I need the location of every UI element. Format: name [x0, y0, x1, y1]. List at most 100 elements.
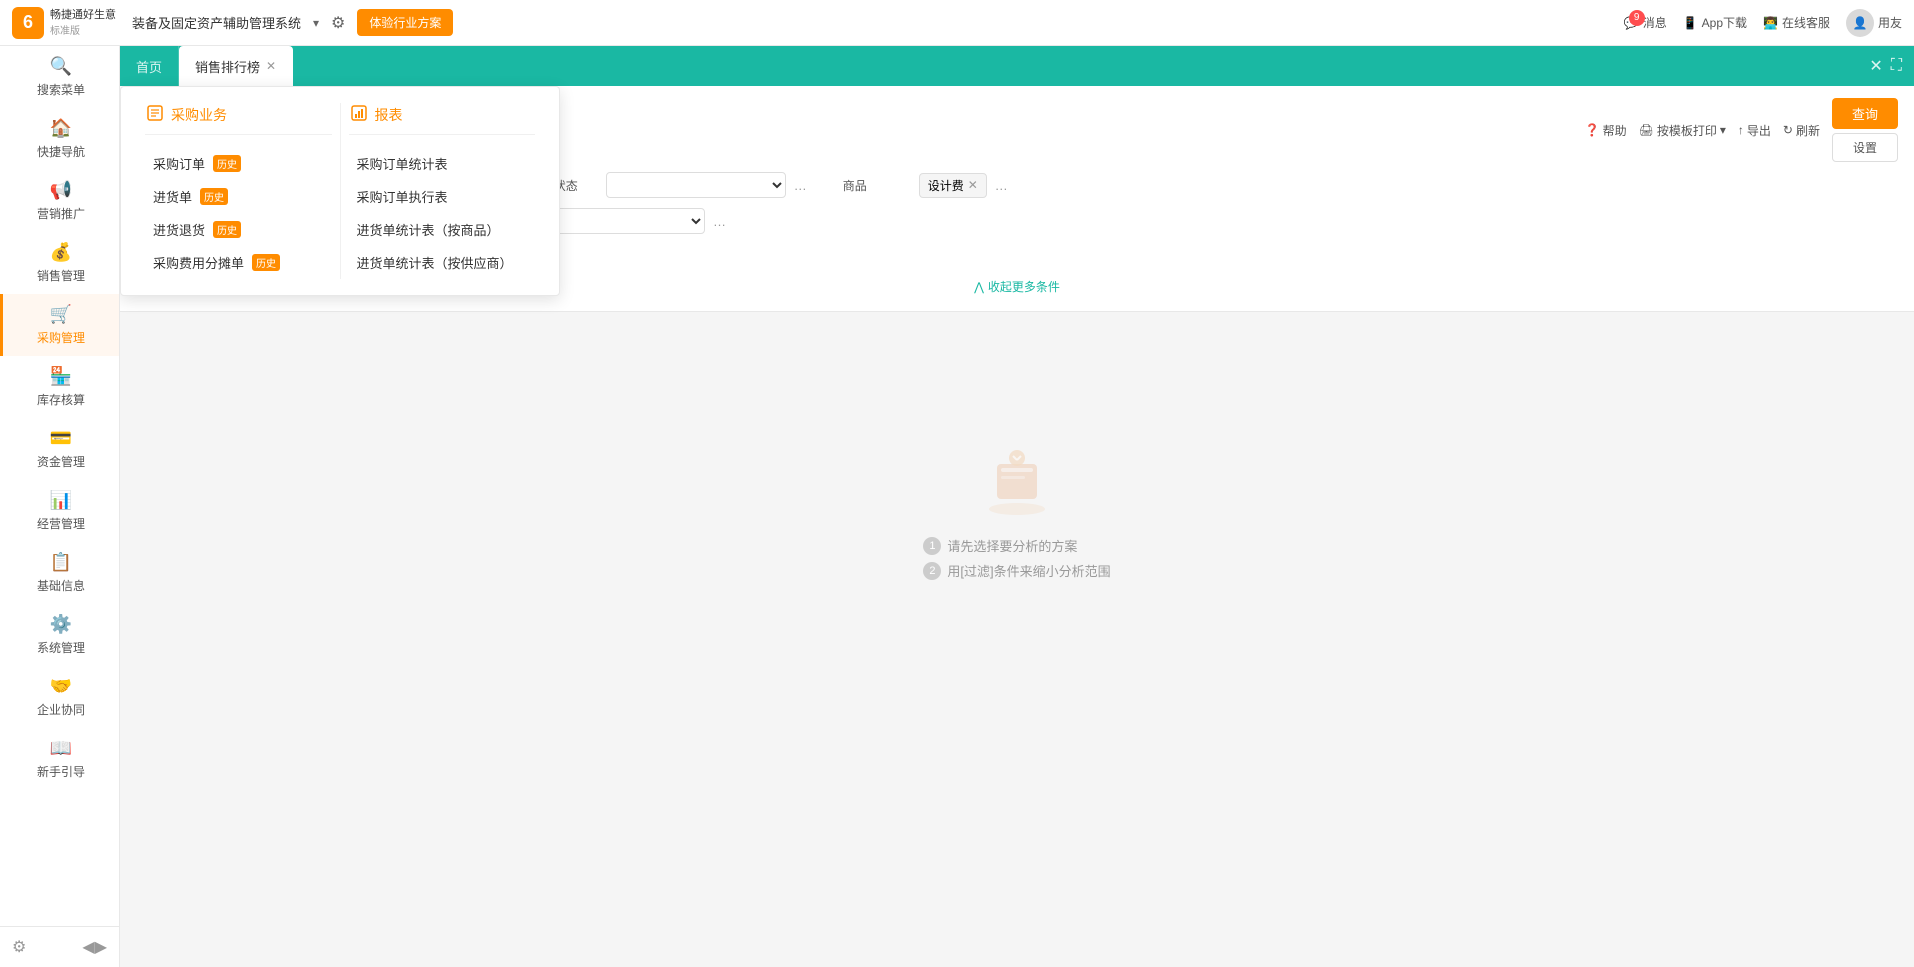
- dropdown-item-purchase-order[interactable]: 采购订单 历史: [145, 147, 332, 180]
- dropdown-item-incoming[interactable]: 进货单 历史: [145, 180, 332, 213]
- notifications-item[interactable]: 💬 9 消息: [1624, 14, 1667, 31]
- collapse-sidebar-btn[interactable]: ◀▶: [82, 937, 107, 957]
- app-download-item[interactable]: 📱 App下载: [1683, 14, 1747, 31]
- sidebar-item-search[interactable]: 🔍 搜索菜单: [0, 46, 119, 108]
- sidebar-item-sales[interactable]: 💰 销售管理: [0, 232, 119, 294]
- dropdown-item-report-4[interactable]: 进货单统计表（按供应商）: [349, 246, 536, 279]
- dropdown-item-report-1[interactable]: 采购订单统计表: [349, 147, 536, 180]
- tab-close-window-btn[interactable]: ✕: [1869, 56, 1882, 76]
- incoming-label: 进货单: [153, 187, 192, 206]
- bill-status-select[interactable]: [606, 172, 786, 198]
- sidebar-label-finance: 资金管理: [37, 453, 85, 470]
- sidebar-label-sales: 销售管理: [37, 267, 85, 284]
- dropdown-col-purchase-header: 采购业务: [145, 103, 332, 135]
- refresh-label: 刷新: [1796, 122, 1820, 139]
- sidebar-label-guide: 新手引导: [37, 763, 85, 780]
- sidebar-label-cooperation: 企业协同: [37, 701, 85, 718]
- management-icon: 📊: [50, 490, 72, 511]
- sidebar-label-search: 搜索菜单: [37, 81, 85, 98]
- refresh-btn[interactable]: ↻ 刷新: [1783, 122, 1820, 139]
- dropdown-col-reports-title: 报表: [375, 105, 403, 125]
- dropdown-item-cost[interactable]: 采购费用分摊单 历史: [145, 246, 332, 279]
- tab-close-icon[interactable]: ✕: [266, 59, 276, 73]
- sidebar-label-system: 系统管理: [37, 639, 85, 656]
- header-nav: 装备及固定资产辅助管理系统 ▾ ⚙ 体验行业方案: [132, 9, 1624, 37]
- cost-label: 采购费用分摊单: [153, 253, 244, 272]
- settings-button[interactable]: 设置: [1832, 133, 1898, 162]
- app-download-label: App下载: [1702, 14, 1747, 31]
- logo-badge: 标准版: [50, 22, 116, 37]
- goods-tag-close[interactable]: ✕: [968, 178, 978, 192]
- history-badge-3: 历史: [252, 254, 280, 271]
- goods-label: 商品: [843, 177, 903, 194]
- tab-home-label: 首页: [136, 57, 162, 76]
- username-label: 用友: [1878, 14, 1902, 31]
- system-dropdown-btn[interactable]: ▾: [313, 16, 319, 30]
- empty-hint-1: 1 请先选择要分析的方案: [923, 536, 1110, 555]
- system-icon: ⚙️: [50, 614, 72, 635]
- sales-icon: 💰: [50, 242, 72, 263]
- dropdown-item-report-2[interactable]: 采购订单执行表: [349, 180, 536, 213]
- notification-badge: 9: [1629, 10, 1645, 26]
- export-btn[interactable]: ↑ 导出: [1738, 122, 1771, 139]
- settings-bottom-btn[interactable]: ⚙: [12, 937, 26, 957]
- search-icon: 🔍: [50, 56, 72, 77]
- header-right: 💬 9 消息 📱 App下载 👨‍💻 在线客服 👤 用友: [1624, 9, 1902, 37]
- home-icon: 🏠: [50, 118, 72, 139]
- dropdown-item-return[interactable]: 进货退货 历史: [145, 213, 332, 246]
- tab-sales-rank[interactable]: 销售排行榜 ✕: [179, 46, 293, 86]
- bill-status-dots[interactable]: …: [794, 178, 807, 193]
- salesperson-dots[interactable]: …: [713, 214, 726, 229]
- user-item[interactable]: 👤 用友: [1846, 9, 1902, 37]
- message-label: 消息: [1643, 14, 1667, 31]
- query-button[interactable]: 查询: [1832, 98, 1898, 129]
- logo-text: 畅捷通好生意: [50, 8, 116, 22]
- help-label: 帮助: [1603, 122, 1627, 139]
- empty-hints: 1 请先选择要分析的方案 2 用[过滤]条件来缩小分析范围: [923, 536, 1110, 580]
- hint-text-1: 请先选择要分析的方案: [947, 536, 1077, 555]
- sidebar-item-basic[interactable]: 📋 基础信息: [0, 542, 119, 604]
- help-icon: ❓: [1585, 123, 1600, 137]
- online-service-label: 在线客服: [1782, 14, 1830, 31]
- dropdown-col-reports: 报表 采购订单统计表 采购订单执行表 进货单统计表（按商品） 进货单统计表（按供…: [340, 103, 544, 279]
- history-badge-1: 历史: [200, 188, 228, 205]
- sidebar-item-guide[interactable]: 📖 新手引导: [0, 728, 119, 790]
- logo-text-area: 畅捷通好生意 标准版: [50, 8, 116, 37]
- dropdown-col-reports-header: 报表: [349, 103, 536, 135]
- export-label: 导出: [1747, 122, 1771, 139]
- hint-num-2: 2: [923, 562, 941, 580]
- tab-maximize-btn[interactable]: ⛶: [1891, 57, 1902, 75]
- dropdown-col-purchase: 采购业务 采购订单 历史 进货单 历史 进货退货 历史: [137, 103, 340, 279]
- online-service-item[interactable]: 👨‍💻 在线客服: [1763, 14, 1830, 31]
- headset-icon: 👨‍💻: [1763, 16, 1778, 30]
- sidebar-item-nav[interactable]: 🏠 快捷导航: [0, 108, 119, 170]
- tab-bar: 首页 销售排行榜 ✕ ✕ ⛶: [120, 46, 1914, 86]
- sidebar-item-inventory[interactable]: 🏪 库存核算: [0, 356, 119, 418]
- sidebar-item-purchase[interactable]: 🛒 采购管理: [0, 294, 119, 356]
- dropdown-item-report-3[interactable]: 进货单统计表（按商品）: [349, 213, 536, 246]
- finance-icon: 💳: [50, 428, 72, 449]
- print-label: 按模板打印: [1657, 122, 1717, 139]
- sidebar-item-cooperation[interactable]: 🤝 企业协同: [0, 666, 119, 728]
- sidebar-item-marketing[interactable]: 📢 营销推广: [0, 170, 119, 232]
- gear-button[interactable]: ⚙: [327, 9, 349, 37]
- industry-btn[interactable]: 体验行业方案: [357, 9, 453, 36]
- print-dropdown-icon: ▾: [1720, 123, 1726, 137]
- help-btn[interactable]: ❓ 帮助: [1585, 122, 1627, 139]
- tab-home[interactable]: 首页: [120, 46, 179, 86]
- sidebar-item-management[interactable]: 📊 经营管理: [0, 480, 119, 542]
- history-badge-2: 历史: [213, 221, 241, 238]
- goods-dots[interactable]: …: [995, 178, 1008, 193]
- report-4-label: 进货单统计表（按供应商）: [357, 253, 513, 272]
- sidebar-item-finance[interactable]: 💳 资金管理: [0, 418, 119, 480]
- sidebar-label-basic: 基础信息: [37, 577, 85, 594]
- avatar: 👤: [1846, 9, 1874, 37]
- tab-bar-right: ✕ ⛶: [1869, 56, 1914, 76]
- sidebar-item-system[interactable]: ⚙️ 系统管理: [0, 604, 119, 666]
- sidebar-bottom: ⚙ ◀▶: [0, 926, 119, 967]
- logo-area: 6 畅捷通好生意 标准版: [12, 7, 132, 39]
- basic-icon: 📋: [50, 552, 72, 573]
- print-template-btn[interactable]: 🖨 按模板打印 ▾: [1639, 122, 1726, 139]
- dropdown-menu: 采购业务 采购订单 历史 进货单 历史 进货退货 历史: [120, 86, 560, 296]
- guide-icon: 📖: [50, 738, 72, 759]
